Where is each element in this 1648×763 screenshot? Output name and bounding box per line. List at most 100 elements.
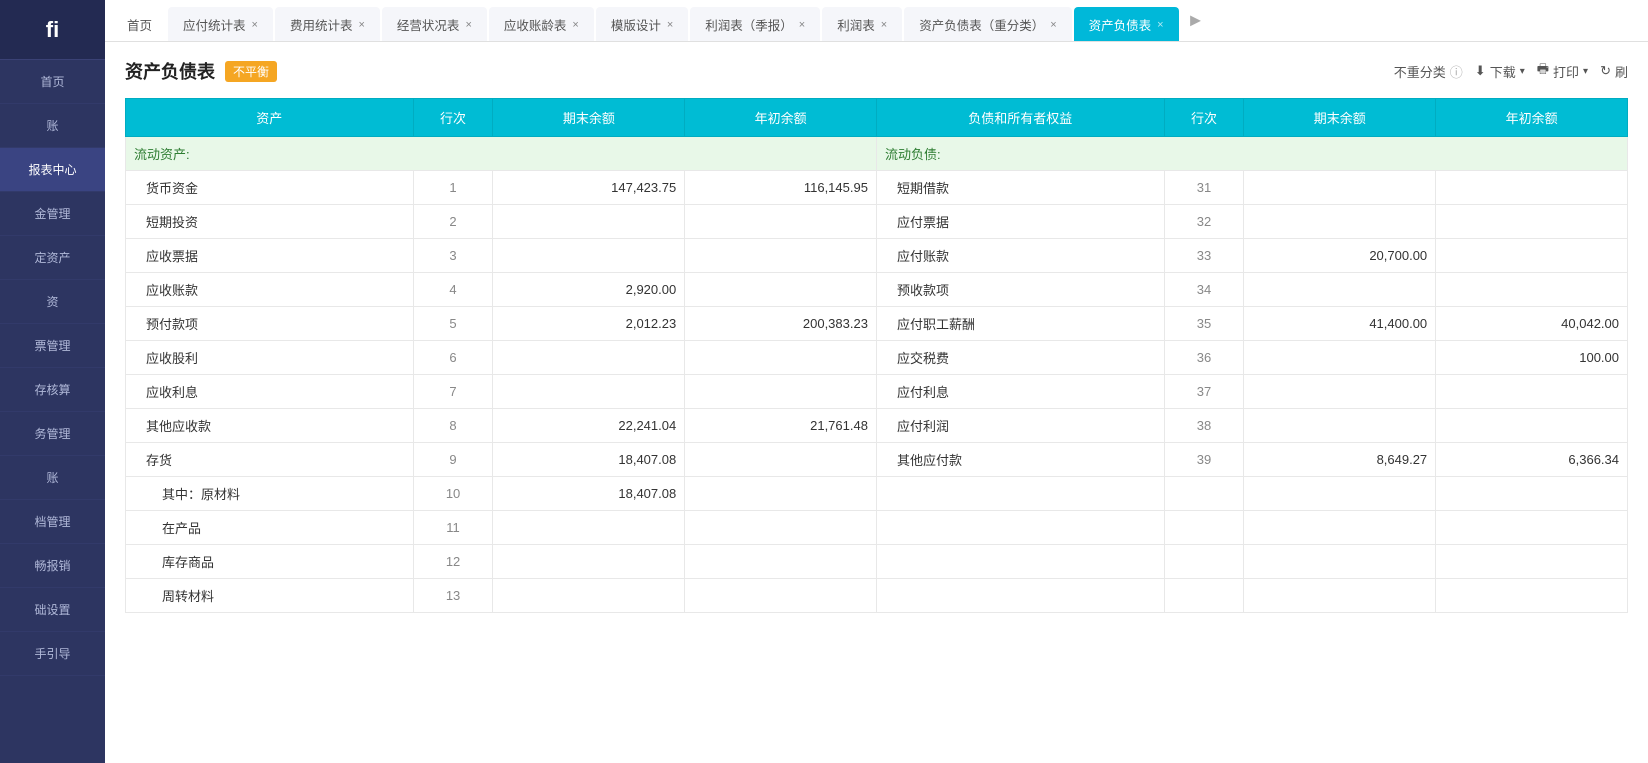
right-name: 应付利息 — [876, 375, 1164, 409]
tab-bs-reclassify[interactable]: 资产负债表（重分类） × — [904, 7, 1071, 41]
tab-profit-close[interactable]: × — [881, 19, 887, 31]
section-left-label: 流动资产: — [126, 137, 877, 171]
sidebar-item-inventory[interactable]: 存核算 — [0, 368, 105, 412]
right-end-bal — [1244, 171, 1436, 205]
table-row[interactable]: 存货 9 18,407.08 其他应付款 39 8,649.27 6,366.3… — [126, 443, 1628, 477]
left-end-bal: 18,407.08 — [493, 443, 685, 477]
section-right-label: 流动负债: — [876, 137, 1627, 171]
tab-biz-status-close[interactable]: × — [465, 19, 471, 31]
left-name: 应收票据 — [126, 239, 414, 273]
left-begin-bal: 200,383.23 — [685, 307, 877, 341]
sidebar-item-doc-mgmt[interactable]: 档管理 — [0, 500, 105, 544]
refresh-button[interactable]: ↻ 刷 — [1600, 62, 1628, 81]
right-begin-bal — [1436, 273, 1628, 307]
left-begin-bal — [685, 375, 877, 409]
print-chevron-icon: ▾ — [1583, 66, 1588, 77]
tab-home[interactable]: 首页 — [113, 7, 166, 41]
tab-expense-stats-close[interactable]: × — [358, 19, 364, 31]
tab-template[interactable]: 模版设计 × — [596, 7, 688, 41]
content-area: 资产负债表 不平衡 不重分类 ⓘ ⬇ 下载 ▾ 🖶 打印 ▾ — [105, 42, 1648, 763]
download-chevron-icon: ▾ — [1520, 66, 1525, 77]
right-name: 应付职工薪酬 — [876, 307, 1164, 341]
tab-bar: 首页 应付统计表 × 费用统计表 × 经营状况表 × 应收账龄表 × 模版设计 … — [105, 0, 1648, 42]
table-row[interactable]: 其中：原材料 10 18,407.08 — [126, 477, 1628, 511]
right-begin-bal: 100.00 — [1436, 341, 1628, 375]
right-name — [876, 579, 1164, 613]
left-name: 应收利息 — [126, 375, 414, 409]
tab-profit[interactable]: 利润表 × — [822, 7, 902, 41]
left-row-num: 11 — [413, 511, 493, 545]
sidebar-item-assets[interactable]: 资 — [0, 280, 105, 324]
no-classify-option[interactable]: 不重分类 ⓘ — [1394, 62, 1463, 81]
sidebar-item-fixed-assets[interactable]: 定资产 — [0, 236, 105, 280]
table-row[interactable]: 在产品 11 — [126, 511, 1628, 545]
right-row-num: 36 — [1164, 341, 1244, 375]
left-row-num: 9 — [413, 443, 493, 477]
tab-ap-stats[interactable]: 应付统计表 × — [168, 7, 273, 41]
tab-bs-close[interactable]: × — [1157, 19, 1163, 31]
left-end-bal — [493, 375, 685, 409]
right-begin-bal — [1436, 205, 1628, 239]
col-liability: 负债和所有者权益 — [876, 99, 1164, 137]
right-row-num — [1164, 511, 1244, 545]
table-row[interactable]: 短期投资 2 应付票据 32 — [126, 205, 1628, 239]
sidebar-item-report-center[interactable]: 报表中心 — [0, 148, 105, 192]
right-name — [876, 477, 1164, 511]
col-row-right: 行次 — [1164, 99, 1244, 137]
tab-ar-aging-close[interactable]: × — [572, 19, 578, 31]
right-row-num: 35 — [1164, 307, 1244, 341]
left-name: 应收股利 — [126, 341, 414, 375]
tab-ap-stats-close[interactable]: × — [252, 19, 258, 31]
left-name: 在产品 — [126, 511, 414, 545]
tab-template-close[interactable]: × — [667, 19, 673, 31]
right-name: 应交税费 — [876, 341, 1164, 375]
sidebar-item-basic-settings[interactable]: 础设置 — [0, 588, 105, 632]
sidebar-item-home[interactable]: 首页 — [0, 60, 105, 104]
right-end-bal: 41,400.00 — [1244, 307, 1436, 341]
tab-profit-q[interactable]: 利润表（季报） × — [690, 7, 820, 41]
table-row[interactable]: 应收利息 7 应付利息 37 — [126, 375, 1628, 409]
sidebar-item-expense[interactable]: 畅报销 — [0, 544, 105, 588]
left-end-bal: 2,920.00 — [493, 273, 685, 307]
print-button[interactable]: 🖶 打印 ▾ — [1537, 60, 1588, 82]
right-end-bal — [1244, 375, 1436, 409]
sidebar-item-guide[interactable]: 手引导 — [0, 632, 105, 676]
sidebar-item-tax-mgmt[interactable]: 务管理 — [0, 412, 105, 456]
sidebar-item-invoice-mgmt[interactable]: 票管理 — [0, 324, 105, 368]
sidebar-item-fund-mgmt[interactable]: 金管理 — [0, 192, 105, 236]
sidebar-item-ledger[interactable]: 账 — [0, 456, 105, 500]
sidebar-item-account[interactable]: 账 — [0, 104, 105, 148]
table-row[interactable]: 周转材料 13 — [126, 579, 1628, 613]
table-row[interactable]: 应收股利 6 应交税费 36 100.00 — [126, 341, 1628, 375]
right-begin-bal: 6,366.34 — [1436, 443, 1628, 477]
tab-profit-q-close[interactable]: × — [799, 19, 805, 31]
left-row-num: 1 — [413, 171, 493, 205]
table-row[interactable]: 应收票据 3 应付账款 33 20,700.00 — [126, 239, 1628, 273]
right-name — [876, 511, 1164, 545]
col-asset: 资产 — [126, 99, 414, 137]
table-row[interactable]: 预付款项 5 2,012.23 200,383.23 应付职工薪酬 35 41,… — [126, 307, 1628, 341]
tab-ar-aging[interactable]: 应收账龄表 × — [489, 7, 594, 41]
right-row-num — [1164, 545, 1244, 579]
right-end-bal — [1244, 273, 1436, 307]
right-row-num: 38 — [1164, 409, 1244, 443]
download-button[interactable]: ⬇ 下载 ▾ — [1475, 62, 1525, 81]
left-row-num: 3 — [413, 239, 493, 273]
left-end-bal: 2,012.23 — [493, 307, 685, 341]
table-row[interactable]: 应收账款 4 2,920.00 预收款项 34 — [126, 273, 1628, 307]
table-row[interactable]: 货币资金 1 147,423.75 116,145.95 短期借款 31 — [126, 171, 1628, 205]
left-row-num: 10 — [413, 477, 493, 511]
tab-scroll-right[interactable]: ► — [1181, 10, 1211, 31]
tab-bs[interactable]: 资产负债表 × — [1074, 7, 1179, 41]
right-end-bal — [1244, 511, 1436, 545]
right-row-num — [1164, 579, 1244, 613]
right-end-bal — [1244, 579, 1436, 613]
report-table: 资产 行次 期末余额 年初余额 负债和所有者权益 行次 期末余额 年初余额 流动… — [125, 98, 1628, 613]
right-row-num: 37 — [1164, 375, 1244, 409]
tab-expense-stats[interactable]: 费用统计表 × — [275, 7, 380, 41]
table-row[interactable]: 库存商品 12 — [126, 545, 1628, 579]
right-end-bal: 8,649.27 — [1244, 443, 1436, 477]
tab-biz-status[interactable]: 经营状况表 × — [382, 7, 487, 41]
tab-bs-reclassify-close[interactable]: × — [1050, 19, 1056, 31]
table-row[interactable]: 其他应收款 8 22,241.04 21,761.48 应付利润 38 — [126, 409, 1628, 443]
